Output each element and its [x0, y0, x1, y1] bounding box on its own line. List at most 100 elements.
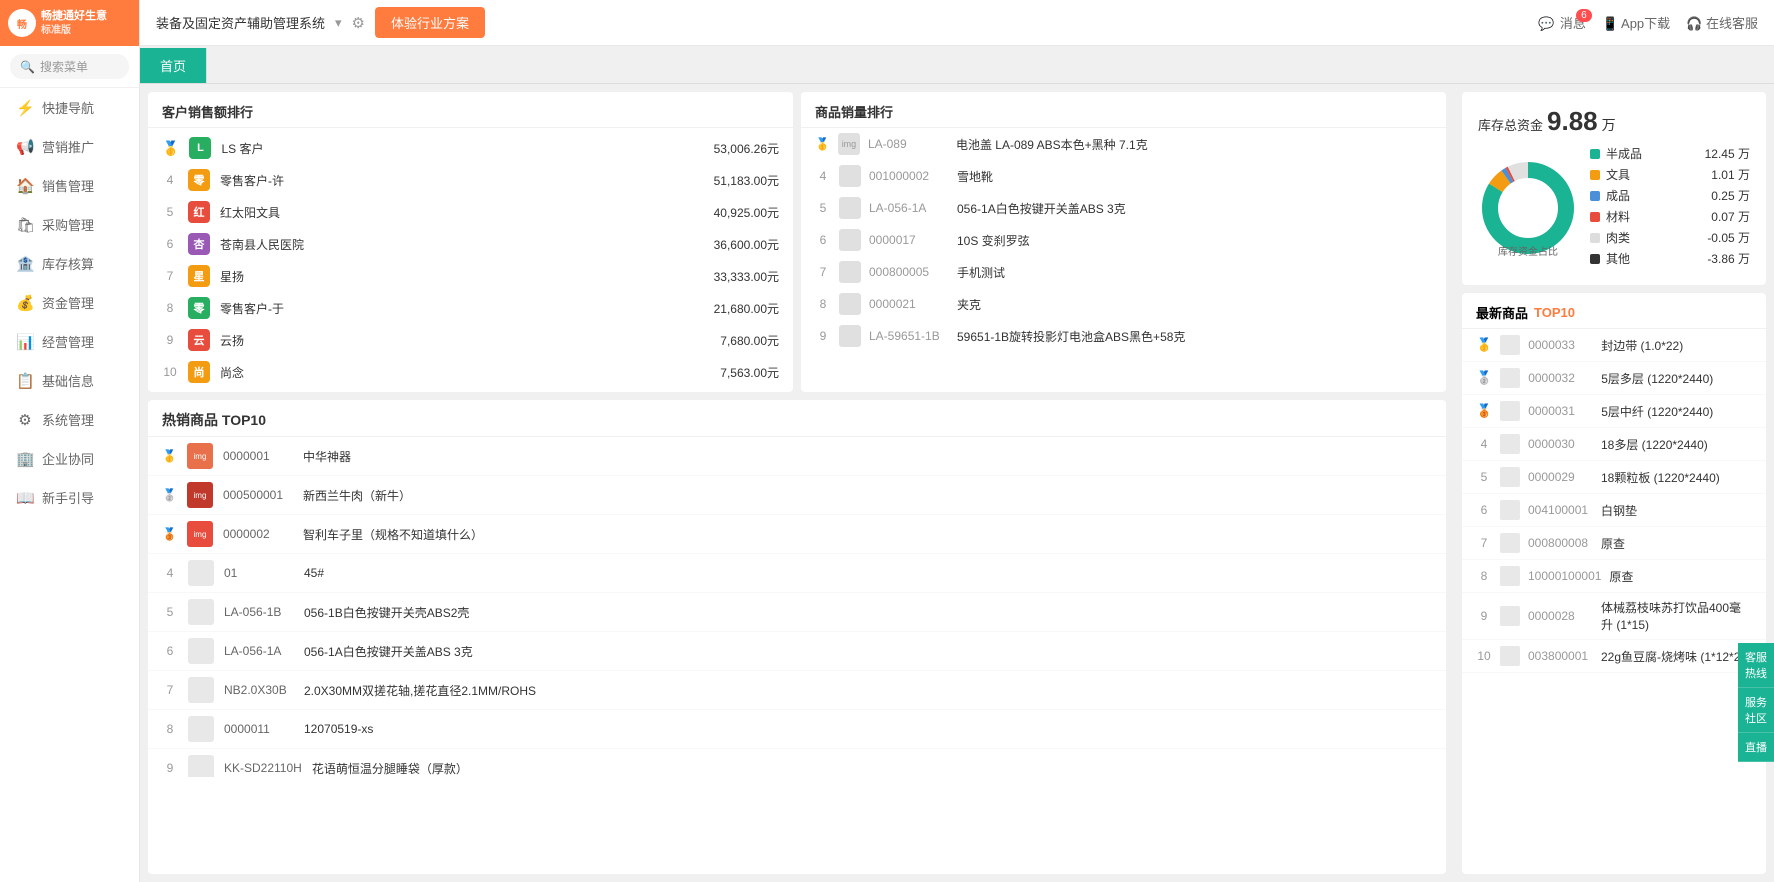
- avatar-8: 尚: [188, 361, 210, 383]
- np-name-2: 5层多层 (1220*2440): [1601, 370, 1752, 387]
- new-prod-list: 🥇 0000033 封边带 (1.0*22) 🥈 0000032 5层多层 (1…: [1462, 329, 1766, 673]
- trial-button[interactable]: 体验行业方案: [375, 7, 485, 38]
- hp-name-2: 雪地靴: [957, 168, 1432, 185]
- np-medal-2: 🥈: [1476, 370, 1492, 386]
- float-btn-service[interactable]: 客服热线: [1738, 643, 1774, 688]
- hotprod-right-5: 7 000800005 手机测试: [801, 256, 1446, 288]
- hotprod-img-1: img: [838, 133, 860, 155]
- np-item-8: 8 10000100001 原查: [1462, 560, 1766, 593]
- donut-section: 库存资金占比 半成品 12.45 万 文具 1.01 万: [1478, 145, 1750, 271]
- np-code-7: 000800008: [1528, 536, 1593, 550]
- customer-rank-list: 🥇 L LS 客户 53,006.26元 4 零 零售客户-许 51,183.0…: [148, 128, 793, 392]
- np-rank-9: 9: [1476, 609, 1492, 623]
- np-img-1: [1500, 335, 1520, 355]
- hp-code-6: 0000021: [869, 297, 949, 311]
- np-code-6: 004100001: [1528, 503, 1593, 517]
- sidebar-item-marketing[interactable]: 📢 营销推广: [0, 127, 139, 166]
- customer-name-6: 零售客户-于: [220, 300, 704, 317]
- np-item-2: 🥈 0000032 5层多层 (1220*2440): [1462, 362, 1766, 395]
- rank-item-1: 🥇 L LS 客户 53,006.26元: [148, 132, 793, 164]
- hp-name-7: 59651-1B旋转投影灯电池盒ABS黑色+58克: [957, 328, 1432, 345]
- np-img-10: [1500, 646, 1520, 666]
- sidebar: 畅 畅捷通好生意 标准版 🔍 搜索菜单 ⚡ 快捷导航 📢 营销推广 🏠 销售管理…: [0, 0, 140, 882]
- float-btn-community[interactable]: 服务社区: [1738, 688, 1774, 733]
- finance-icon: 💰: [16, 294, 34, 312]
- sidebar-item-guide[interactable]: 📖 新手引导: [0, 478, 139, 517]
- np-rank-4: 4: [1476, 437, 1492, 451]
- hp-rank-3: 5: [815, 201, 831, 215]
- sidebar-item-finance[interactable]: 💰 资金管理: [0, 283, 139, 322]
- rank-item-7: 9 云 云扬 7,680.00元: [148, 324, 793, 356]
- hs-rank-9: 9: [162, 761, 178, 775]
- hs-name-4: 45#: [304, 566, 1432, 580]
- search-input-wrapper[interactable]: 🔍 搜索菜单: [10, 54, 129, 79]
- sidebar-item-inventory[interactable]: 🏦 库存核算: [0, 244, 139, 283]
- hs-name-1: 中华神器: [303, 448, 1432, 465]
- chevron-down-icon[interactable]: ▾: [335, 15, 342, 31]
- hot-sale-1: 🥇 img 0000001 中华神器: [148, 437, 1446, 476]
- hs-rank-7: 7: [162, 683, 178, 697]
- sidebar-item-sales[interactable]: 🏠 销售管理: [0, 166, 139, 205]
- np-img-4: [1500, 434, 1520, 454]
- float-btn-live[interactable]: 直播: [1738, 733, 1774, 762]
- donut-chart: 库存资金占比: [1478, 158, 1578, 258]
- np-code-1: 0000033: [1528, 338, 1593, 352]
- legend-item-6: 其他 -3.86 万: [1590, 250, 1750, 267]
- gear-icon[interactable]: ⚙: [352, 14, 365, 32]
- topbar: 装备及固定资产辅助管理系统 ▾ ⚙ 体验行业方案 💬 6 消息 📱 App下载 …: [140, 0, 1774, 46]
- np-code-5: 0000029: [1528, 470, 1593, 484]
- sidebar-item-operation[interactable]: 📊 经营管理: [0, 322, 139, 361]
- hp-rank-2: 4: [815, 169, 831, 183]
- page-tabs: 首页: [140, 46, 1774, 84]
- sidebar-item-company[interactable]: 🏢 企业协同: [0, 439, 139, 478]
- hs-rank-8: 8: [162, 722, 178, 736]
- sidebar-item-basic[interactable]: 📋 基础信息: [0, 361, 139, 400]
- hot-prod-list-right: 🥇 img LA-089 电池盖 LA-089 ABS本色+黑种 7.1克 4 …: [801, 128, 1446, 352]
- np-name-3: 5层中纤 (1220*2440): [1601, 403, 1752, 420]
- sidebar-search-area[interactable]: 🔍 搜索菜单: [0, 46, 139, 88]
- item-img-5: [188, 599, 214, 625]
- hotprod-img-4: [839, 229, 861, 251]
- sidebar-item-purchase[interactable]: 🛍 采购管理: [0, 205, 139, 244]
- logo-icon: 畅: [8, 9, 36, 37]
- hp-name-3: 056-1A白色按键开关盖ABS 3克: [957, 200, 1432, 217]
- hs-code-5: LA-056-1B: [224, 605, 294, 619]
- content-left: 客户销售额排行 🥇 L LS 客户 53,006.26元 4 零 零售客户-许: [140, 84, 1454, 882]
- sidebar-logo: 畅 畅捷通好生意 标准版: [0, 0, 139, 46]
- np-item-4: 4 0000030 18多层 (1220*2440): [1462, 428, 1766, 461]
- hp-code-5: 000800005: [869, 265, 949, 279]
- legend-dot-4: [1590, 212, 1600, 222]
- hot-sales-panel: 热销商品 TOP10 🥇 img 0000001 中华神器 🥈 img 0005…: [148, 400, 1446, 874]
- tab-home[interactable]: 首页: [140, 48, 207, 83]
- hot-sale-4: 4 01 45#: [148, 554, 1446, 593]
- new-prod-label: 最新商品: [1476, 303, 1528, 322]
- sidebar-item-label: 新手引导: [42, 488, 94, 507]
- np-img-3: [1500, 401, 1520, 421]
- hotprod-right-2: 4 001000002 雪地靴: [801, 160, 1446, 192]
- legend-val-4: 0.07 万: [1711, 208, 1750, 225]
- quick-icon: ⚡: [16, 99, 34, 117]
- rank-num-2: 4: [162, 173, 178, 187]
- online-service[interactable]: 🎧 在线客服: [1686, 13, 1758, 32]
- avatar-1: L: [189, 137, 211, 159]
- sidebar-item-label: 采购管理: [42, 215, 94, 234]
- app-download[interactable]: 📱 App下载: [1602, 13, 1670, 32]
- hot-sales-list: 🥇 img 0000001 中华神器 🥈 img 000500001 新西兰牛肉…: [148, 437, 1446, 777]
- legend-name-5: 肉类: [1606, 229, 1701, 246]
- np-item-3: 🥉 0000031 5层中纤 (1220*2440): [1462, 395, 1766, 428]
- message-badge-area[interactable]: 💬 6 消息: [1538, 13, 1586, 32]
- legend-name-4: 材料: [1606, 208, 1705, 225]
- sidebar-item-system[interactable]: ⚙ 系统管理: [0, 400, 139, 439]
- customer-amount-5: 33,333.00元: [714, 268, 779, 285]
- customer-amount-6: 21,680.00元: [714, 300, 779, 317]
- hot-sale-5: 5 LA-056-1B 056-1B白色按键开关壳ABS2壳: [148, 593, 1446, 632]
- item-img-8: [188, 716, 214, 742]
- rank-item-6: 8 零 零售客户-于 21,680.00元: [148, 292, 793, 324]
- sales-icon: 🏠: [16, 177, 34, 195]
- hot-sales-label: 热销商品 TOP10: [162, 410, 266, 430]
- sidebar-item-quick[interactable]: ⚡ 快捷导航: [0, 88, 139, 127]
- np-rank-10: 10: [1476, 649, 1492, 663]
- message-count: 6: [1576, 9, 1592, 22]
- np-name-10: 22g鱼豆腐-烧烤味 (1*12*20): [1601, 648, 1752, 665]
- avatar-3: 红: [188, 201, 210, 223]
